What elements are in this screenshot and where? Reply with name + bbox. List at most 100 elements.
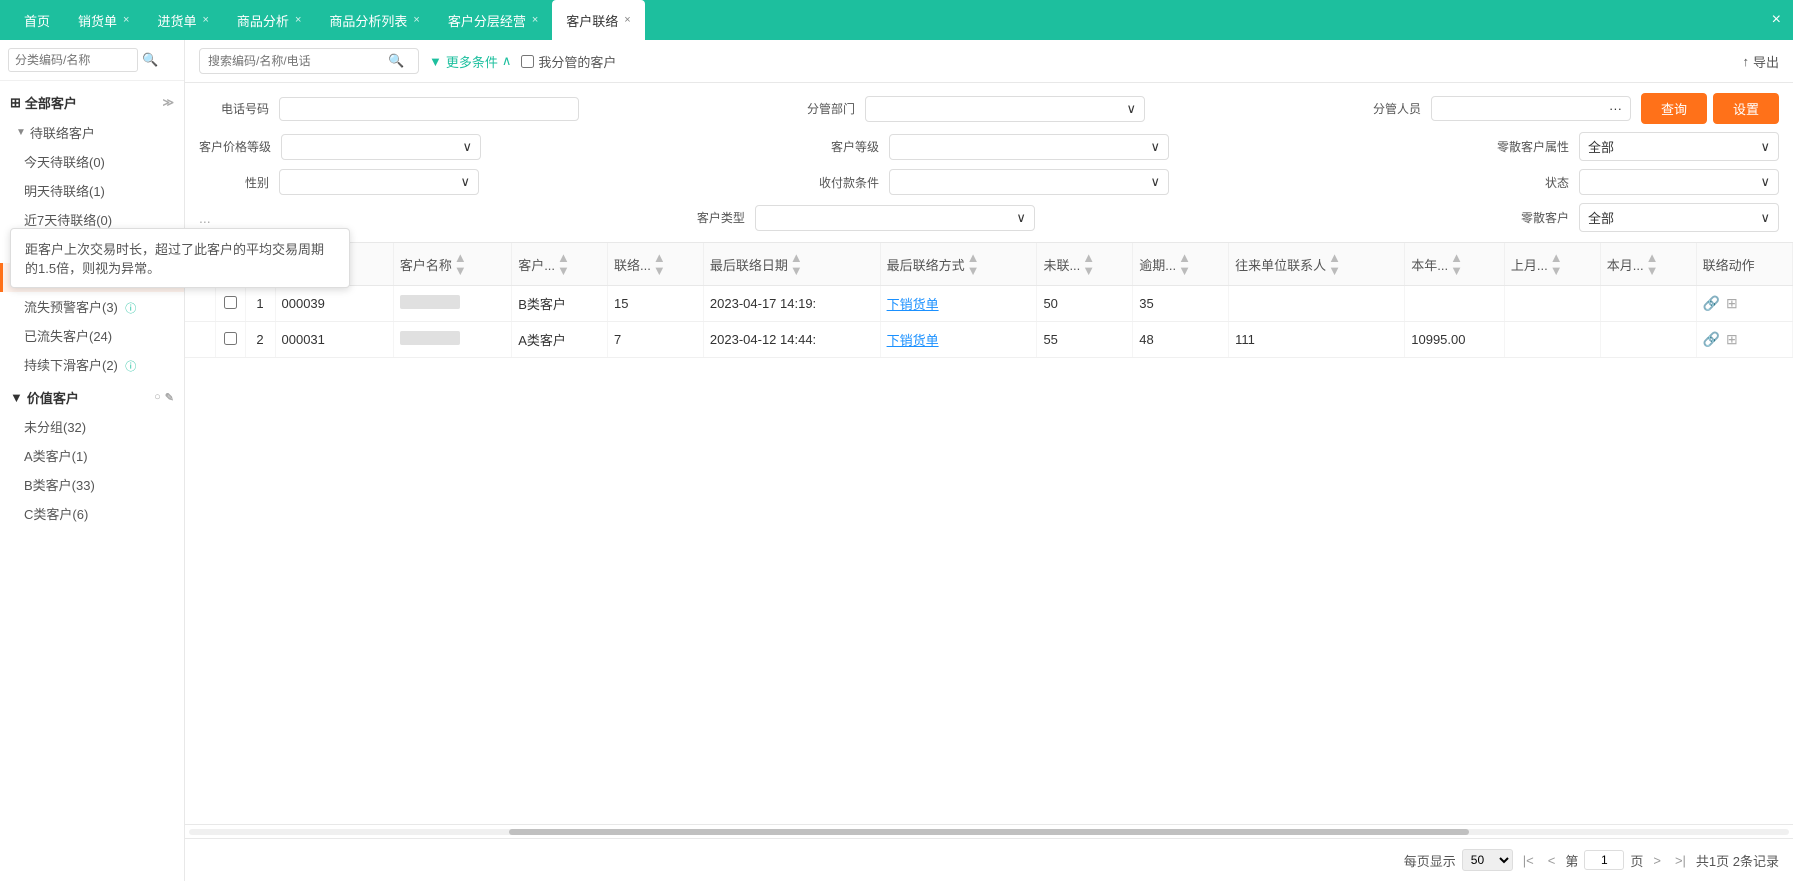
chevron-down-type: ∨ (1016, 210, 1026, 226)
grid-action-icon-1[interactable]: ⊞ (1726, 295, 1738, 312)
query-button[interactable]: 查询 (1641, 93, 1707, 124)
sidebar-item-class-c[interactable]: C类客户(6) (0, 499, 184, 528)
my-customer-checkbox[interactable]: 我分管的客户 (521, 52, 616, 71)
sidebar-item-lost-already[interactable]: 已流失客户(24) (0, 321, 184, 350)
edit-icon-value[interactable]: ✎ (165, 391, 174, 404)
contact-method-link-2[interactable]: 下销货单 (887, 333, 939, 348)
th-customer-name[interactable]: 客户名称 ▲▼ (393, 243, 511, 286)
search-box: 🔍 (199, 48, 419, 74)
sidebar-item-today[interactable]: 今天待联络(0) (0, 147, 184, 176)
search-icon[interactable]: 🔍 (388, 53, 404, 69)
dept-select[interactable]: ∨ (865, 96, 1145, 122)
info-icon-lost[interactable]: ⓘ (125, 303, 136, 315)
close-purchase-tab[interactable]: × (202, 14, 208, 26)
person-select[interactable]: ··· (1431, 96, 1631, 121)
th-unit-contact[interactable]: 往来单位联系人 ▲▼ (1229, 243, 1405, 286)
settings-icon-value[interactable]: ○ (154, 391, 161, 404)
th-contact-count[interactable]: 联络... ▲▼ (608, 243, 704, 286)
sidebar-search-input[interactable] (8, 48, 138, 72)
td-check-1[interactable] (215, 286, 245, 322)
page-next-btn[interactable]: > (1649, 851, 1665, 870)
filter-bar: 🔍 ▼ 更多条件 ∧ 我分管的客户 ↑ 导出 (185, 40, 1793, 83)
nav-tab-customer-layer[interactable]: 客户分层经营 × (434, 0, 552, 40)
sidebar-item-tomorrow[interactable]: 明天待联络(1) (0, 176, 184, 205)
td-method-2[interactable]: 下销货单 (880, 322, 1037, 358)
page-first-btn[interactable]: |< (1519, 851, 1538, 870)
per-page-select[interactable]: 50 100 (1462, 849, 1513, 871)
nav-tab-home[interactable]: 首页 (10, 0, 64, 40)
my-customer-check[interactable] (521, 55, 534, 68)
chevron-down-retail-cust: ∨ (1761, 210, 1771, 226)
grid-icon: ⊞ (10, 95, 21, 111)
sidebar-item-continuous-down[interactable]: 持续下滑客户(2) ⓘ (0, 350, 184, 379)
gender-select[interactable]: ∨ (279, 169, 479, 195)
contact-method-link-1[interactable]: 下销货单 (887, 297, 939, 312)
more-conditions-btn[interactable]: ▼ 更多条件 ∧ (429, 52, 511, 71)
td-check-2[interactable] (215, 322, 245, 358)
nav-tab-sales[interactable]: 销货单 × (64, 0, 143, 40)
page-last-btn[interactable]: >| (1671, 851, 1690, 870)
sidebar-item-ungrouped[interactable]: 未分组(32) (0, 412, 184, 441)
td-date-2: 2023-04-12 14:44: (703, 322, 880, 358)
td-actions-2: 🔗 ⊞ (1696, 322, 1792, 358)
th-this-month[interactable]: 本月... ▲▼ (1600, 243, 1696, 286)
row-checkbox-1[interactable] (224, 296, 237, 309)
pending-contact-title[interactable]: ▼ 待联络客户 (0, 118, 184, 147)
page-prev-btn[interactable]: < (1544, 851, 1560, 870)
sidebar-item-lost-predict[interactable]: 流失预警客户(3) ⓘ (0, 292, 184, 321)
th-last-contact-method[interactable]: 最后联络方式 ▲▼ (880, 243, 1037, 286)
td-overdue-2: 48 (1133, 322, 1229, 358)
nav-tab-product-analysis[interactable]: 商品分析 × (223, 0, 315, 40)
link-icon-2[interactable]: 🔗 (1703, 331, 1720, 348)
value-customer-title[interactable]: ▼ 价值客户 ○ ✎ (0, 383, 184, 412)
chevron-down-payment: ∨ (1150, 174, 1160, 190)
td-expand-2 (185, 322, 215, 358)
close-sales-tab[interactable]: × (123, 14, 129, 26)
page-input[interactable] (1584, 850, 1624, 870)
nav-tab-customer-contact[interactable]: 客户联络 × (552, 0, 644, 40)
scrollbar-track[interactable] (189, 829, 1789, 835)
th-customer-type[interactable]: 客户... ▲▼ (512, 243, 608, 286)
sidebar-search-icon[interactable]: 🔍 (142, 52, 158, 68)
close-customer-layer-tab[interactable]: × (532, 14, 538, 26)
scrollbar-thumb[interactable] (509, 829, 1469, 835)
sidebar-item-class-b[interactable]: B类客户(33) (0, 470, 184, 499)
nav-tab-product-analysis-list[interactable]: 商品分析列表 × (315, 0, 433, 40)
close-product-analysis-tab[interactable]: × (295, 14, 301, 26)
close-product-analysis-list-tab[interactable]: × (413, 14, 419, 26)
export-button[interactable]: ↑ 导出 (1742, 52, 1779, 71)
page-label: 第 (1565, 851, 1578, 870)
price-level-select[interactable]: ∨ (281, 134, 481, 160)
sidebar-collapse-icon[interactable]: ≫ (162, 96, 174, 109)
td-num-1: 1 (245, 286, 275, 322)
th-last-month[interactable]: 上月... ▲▼ (1504, 243, 1600, 286)
grid-action-icon-2[interactable]: ⊞ (1726, 331, 1738, 348)
td-method-1[interactable]: 下销货单 (880, 286, 1037, 322)
customer-level-select[interactable]: ∨ (889, 134, 1169, 160)
retail-customer-label: 零散客户 (1499, 209, 1569, 226)
retail-customer-select[interactable]: 全部 ∨ (1579, 203, 1779, 232)
th-this-year[interactable]: 本年... ▲▼ (1405, 243, 1505, 286)
customer-type-select[interactable]: ∨ (755, 205, 1035, 231)
more-dots[interactable]: ... (199, 210, 211, 226)
close-customer-contact-tab[interactable]: × (624, 14, 630, 26)
info-icon-down[interactable]: ⓘ (125, 361, 136, 373)
link-icon-1[interactable]: 🔗 (1703, 295, 1720, 312)
payment-select[interactable]: ∨ (889, 169, 1169, 195)
td-unit-2: 111 (1229, 322, 1405, 358)
search-input[interactable] (208, 54, 388, 68)
horizontal-scrollbar[interactable] (185, 824, 1793, 838)
sidebar-item-class-a[interactable]: A类客户(1) (0, 441, 184, 470)
settings-button[interactable]: 设置 (1713, 93, 1779, 124)
window-close-button[interactable]: × (1772, 11, 1781, 29)
phone-input[interactable] (279, 97, 579, 121)
retail-attr-select[interactable]: 全部 ∨ (1579, 132, 1779, 161)
th-last-contact-date[interactable]: 最后联络日期 ▲▼ (703, 243, 880, 286)
row-checkbox-2[interactable] (224, 332, 237, 345)
nav-tab-purchase[interactable]: 进货单 × (143, 0, 222, 40)
td-date-1: 2023-04-17 14:19: (703, 286, 880, 322)
th-overdue[interactable]: 逾期... ▲▼ (1133, 243, 1229, 286)
status-select[interactable]: ∨ (1579, 169, 1779, 195)
sidebar-all-customers[interactable]: ⊞ 全部客户 ≫ (0, 87, 184, 118)
th-unpaid[interactable]: 未联... ▲▼ (1037, 243, 1133, 286)
